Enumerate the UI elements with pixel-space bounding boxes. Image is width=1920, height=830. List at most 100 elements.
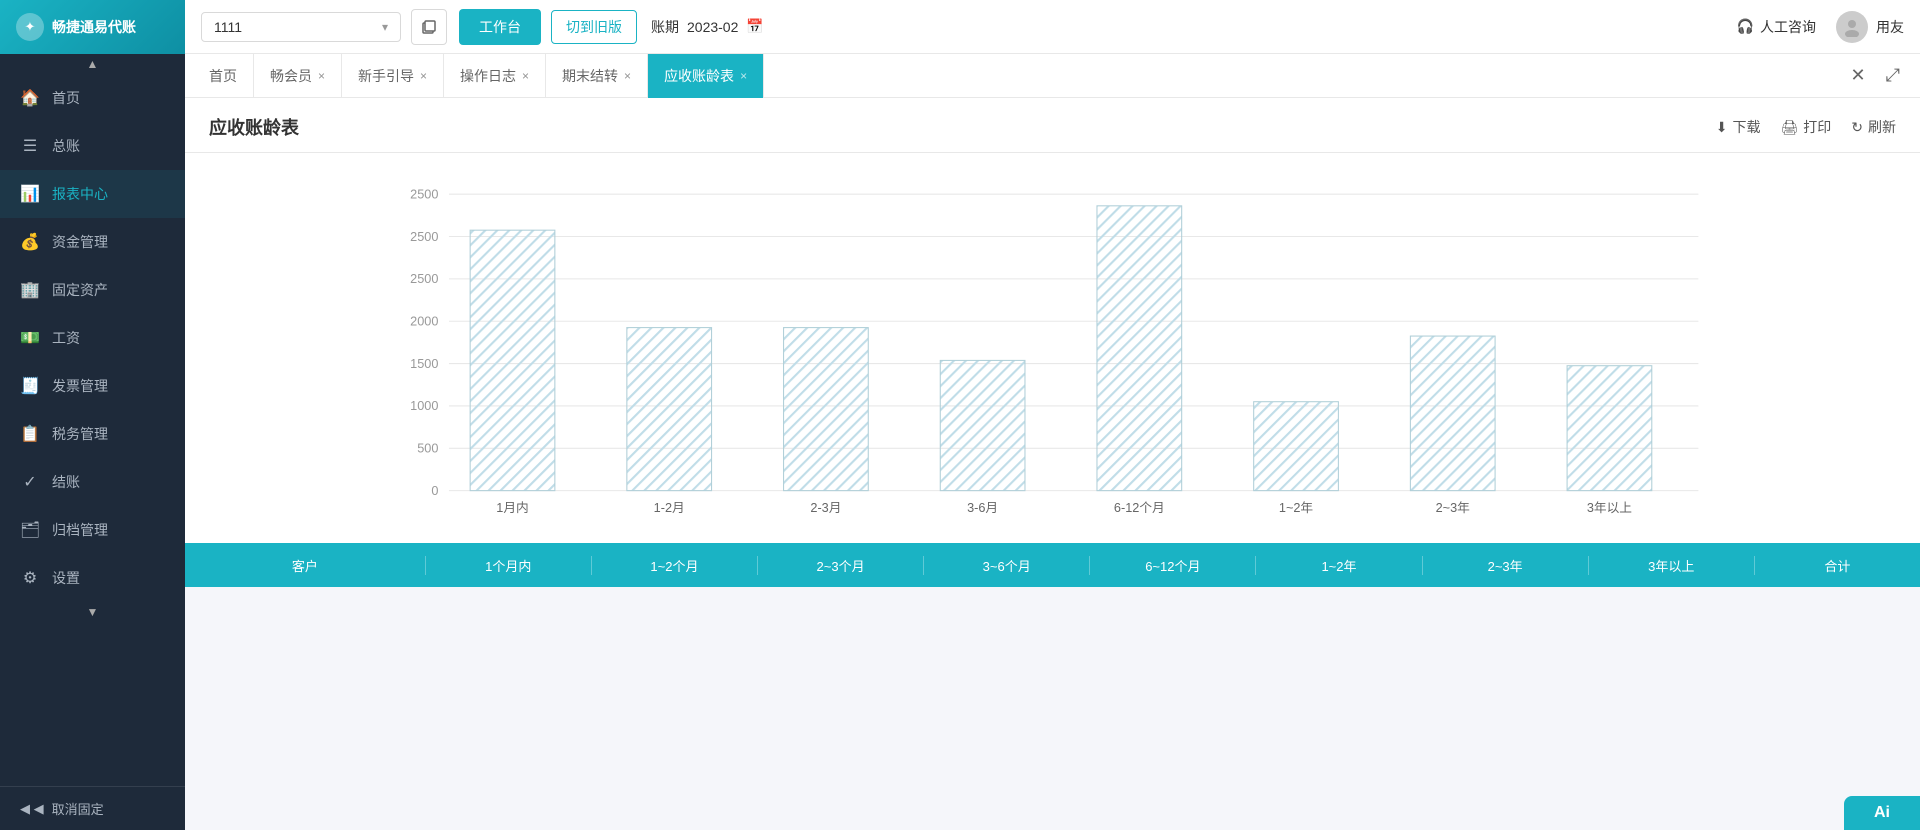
sidebar-item-salary[interactable]: 💵 工资 — [0, 314, 185, 362]
logo-area: ✦ 畅捷通易代账 — [0, 0, 185, 54]
salary-icon: 💵 — [20, 328, 40, 348]
bar-6-12月 — [1097, 206, 1182, 491]
user-area[interactable]: 用友 — [1836, 11, 1904, 43]
tab-bar-right: ✕ ⤢ — [1847, 61, 1913, 90]
tab-period-end[interactable]: 期末结转 × — [546, 54, 648, 98]
col-3-6month: 3~6个月 — [924, 556, 1090, 575]
switch-version-button[interactable]: 切到旧版 — [551, 10, 637, 44]
sidebar-item-settings[interactable]: ⚙ 设置 — [0, 554, 185, 602]
svg-text:2500: 2500 — [410, 230, 438, 244]
period-area: 账期 2023-02 📅 — [651, 17, 764, 37]
sidebar-item-label: 归档管理 — [52, 520, 108, 540]
print-icon: 🖨 — [1780, 119, 1798, 136]
svg-text:3年以上: 3年以上 — [1587, 501, 1632, 515]
sidebar-item-reports[interactable]: 📊 报表中心 — [0, 170, 185, 218]
tab-label: 操作日志 — [460, 66, 516, 86]
svg-text:1000: 1000 — [410, 399, 438, 413]
col-1month: 1个月内 — [426, 556, 592, 575]
period-value: 2023-02 — [687, 19, 738, 35]
close-tab-button[interactable]: ✕ — [1847, 61, 1870, 90]
tab-close-icon[interactable]: × — [522, 69, 529, 83]
download-icon: ⬇ — [1716, 119, 1728, 136]
sidebar-item-label: 固定资产 — [52, 280, 108, 300]
bar-3-6月 — [940, 360, 1025, 490]
avatar — [1836, 11, 1868, 43]
tab-close-icon[interactable]: × — [318, 69, 325, 83]
sidebar-item-checkout[interactable]: ✓ 结账 — [0, 458, 185, 506]
svg-text:0: 0 — [431, 484, 438, 498]
sidebar-item-ledger[interactable]: ☰ 总账 — [0, 122, 185, 170]
tab-close-icon[interactable]: × — [624, 69, 631, 83]
tab-home[interactable]: 首页 — [193, 54, 254, 98]
sidebar-scroll-down[interactable]: ▼ — [0, 602, 185, 622]
tab-close-icon[interactable]: × — [740, 69, 747, 83]
funds-icon: 💰 — [20, 232, 40, 252]
tab-member[interactable]: 畅会员 × — [254, 54, 342, 98]
sidebar-item-invoice[interactable]: 🧾 发票管理 — [0, 362, 185, 410]
col-customer: 客户 — [185, 556, 426, 575]
bar-3年以上 — [1567, 366, 1652, 491]
sidebar-scroll-up[interactable]: ▲ — [0, 54, 185, 74]
col-total: 合计 — [1755, 556, 1920, 575]
sidebar-item-assets[interactable]: 🏢 固定资产 — [0, 266, 185, 314]
sidebar-item-funds[interactable]: 💰 资金管理 — [0, 218, 185, 266]
bar-1-2年 — [1254, 402, 1339, 491]
copy-button[interactable] — [411, 9, 447, 45]
download-label: 下载 — [1732, 117, 1760, 137]
col-1-2month: 1~2个月 — [592, 556, 758, 575]
svg-text:2500: 2500 — [410, 272, 438, 286]
user-name: 用友 — [1876, 17, 1904, 37]
tab-close-icon[interactable]: × — [420, 69, 427, 83]
ai-badge[interactable]: Ai — [1844, 796, 1920, 830]
chevron-down-icon: ▾ — [382, 20, 388, 34]
bar-chart: 2500 2500 2500 2000 1500 1000 500 0 — [209, 173, 1896, 533]
download-button[interactable]: ⬇ 下载 — [1716, 117, 1761, 137]
svg-text:1月内: 1月内 — [496, 501, 528, 515]
sidebar-item-home[interactable]: 🏠 首页 — [0, 74, 185, 122]
sidebar-item-label: 设置 — [52, 568, 80, 588]
tab-label: 期末结转 — [562, 66, 618, 86]
page-header: 应收账龄表 ⬇ 下载 🖨 打印 ↻ 刷新 — [185, 98, 1920, 153]
workbench-button[interactable]: 工作台 — [459, 9, 541, 45]
bar-1-2月 — [627, 328, 712, 491]
sidebar-item-label: 首页 — [52, 88, 80, 108]
pin-icon: ◀ ◀ — [20, 801, 44, 817]
tab-aging[interactable]: 应收账龄表 × — [648, 54, 764, 98]
print-button[interactable]: 🖨 打印 — [1780, 117, 1831, 137]
sidebar-item-tax[interactable]: 📋 税务管理 — [0, 410, 185, 458]
logo-text: 畅捷通易代账 — [52, 17, 136, 37]
page-content: 应收账龄表 ⬇ 下载 🖨 打印 ↻ 刷新 — [185, 98, 1920, 830]
tab-oplog[interactable]: 操作日志 × — [444, 54, 546, 98]
reports-icon: 📊 — [20, 184, 40, 204]
cancel-fixed-button[interactable]: ◀ ◀ 取消固定 — [0, 787, 185, 830]
calendar-icon[interactable]: 📅 — [746, 18, 763, 35]
period-label: 账期 — [651, 17, 679, 37]
ledger-icon: ☰ — [20, 136, 40, 156]
col-6-12month: 6~12个月 — [1090, 556, 1256, 575]
sidebar-item-label: 总账 — [52, 136, 80, 156]
svg-text:1-2月: 1-2月 — [654, 501, 685, 515]
tab-label: 新手引导 — [358, 66, 414, 86]
bar-2-3月 — [784, 328, 869, 491]
bar-1月内 — [470, 230, 555, 490]
tab-label: 应收账龄表 — [664, 66, 734, 86]
archive-icon: 🗂 — [20, 520, 40, 540]
headset-icon: 🎧 — [1737, 18, 1754, 35]
sidebar-item-label: 结账 — [52, 472, 80, 492]
tab-label: 畅会员 — [270, 66, 312, 86]
tab-guide[interactable]: 新手引导 × — [342, 54, 444, 98]
maximize-tab-button[interactable]: ⤢ — [1882, 61, 1904, 90]
sidebar: ▲ 🏠 首页 ☰ 总账 📊 报表中心 💰 资金管理 🏢 固定资产 💵 工资 🧾 … — [0, 54, 185, 830]
consult-button[interactable]: 🎧 人工咨询 — [1737, 17, 1816, 37]
company-selector[interactable]: 1111 ▾ — [201, 12, 401, 42]
tab-bar: 首页 畅会员 × 新手引导 × 操作日志 × 期末结转 × 应收账龄表 × — [185, 54, 1920, 98]
home-icon: 🏠 — [20, 88, 40, 108]
refresh-button[interactable]: ↻ 刷新 — [1851, 117, 1896, 137]
checkout-icon: ✓ — [20, 472, 40, 492]
company-name: 1111 — [214, 19, 374, 35]
svg-text:1~2年: 1~2年 — [1279, 501, 1314, 515]
assets-icon: 🏢 — [20, 280, 40, 300]
sidebar-item-label: 工资 — [52, 328, 80, 348]
sidebar-item-archive[interactable]: 🗂 归档管理 — [0, 506, 185, 554]
page-actions: ⬇ 下载 🖨 打印 ↻ 刷新 — [1716, 117, 1896, 137]
